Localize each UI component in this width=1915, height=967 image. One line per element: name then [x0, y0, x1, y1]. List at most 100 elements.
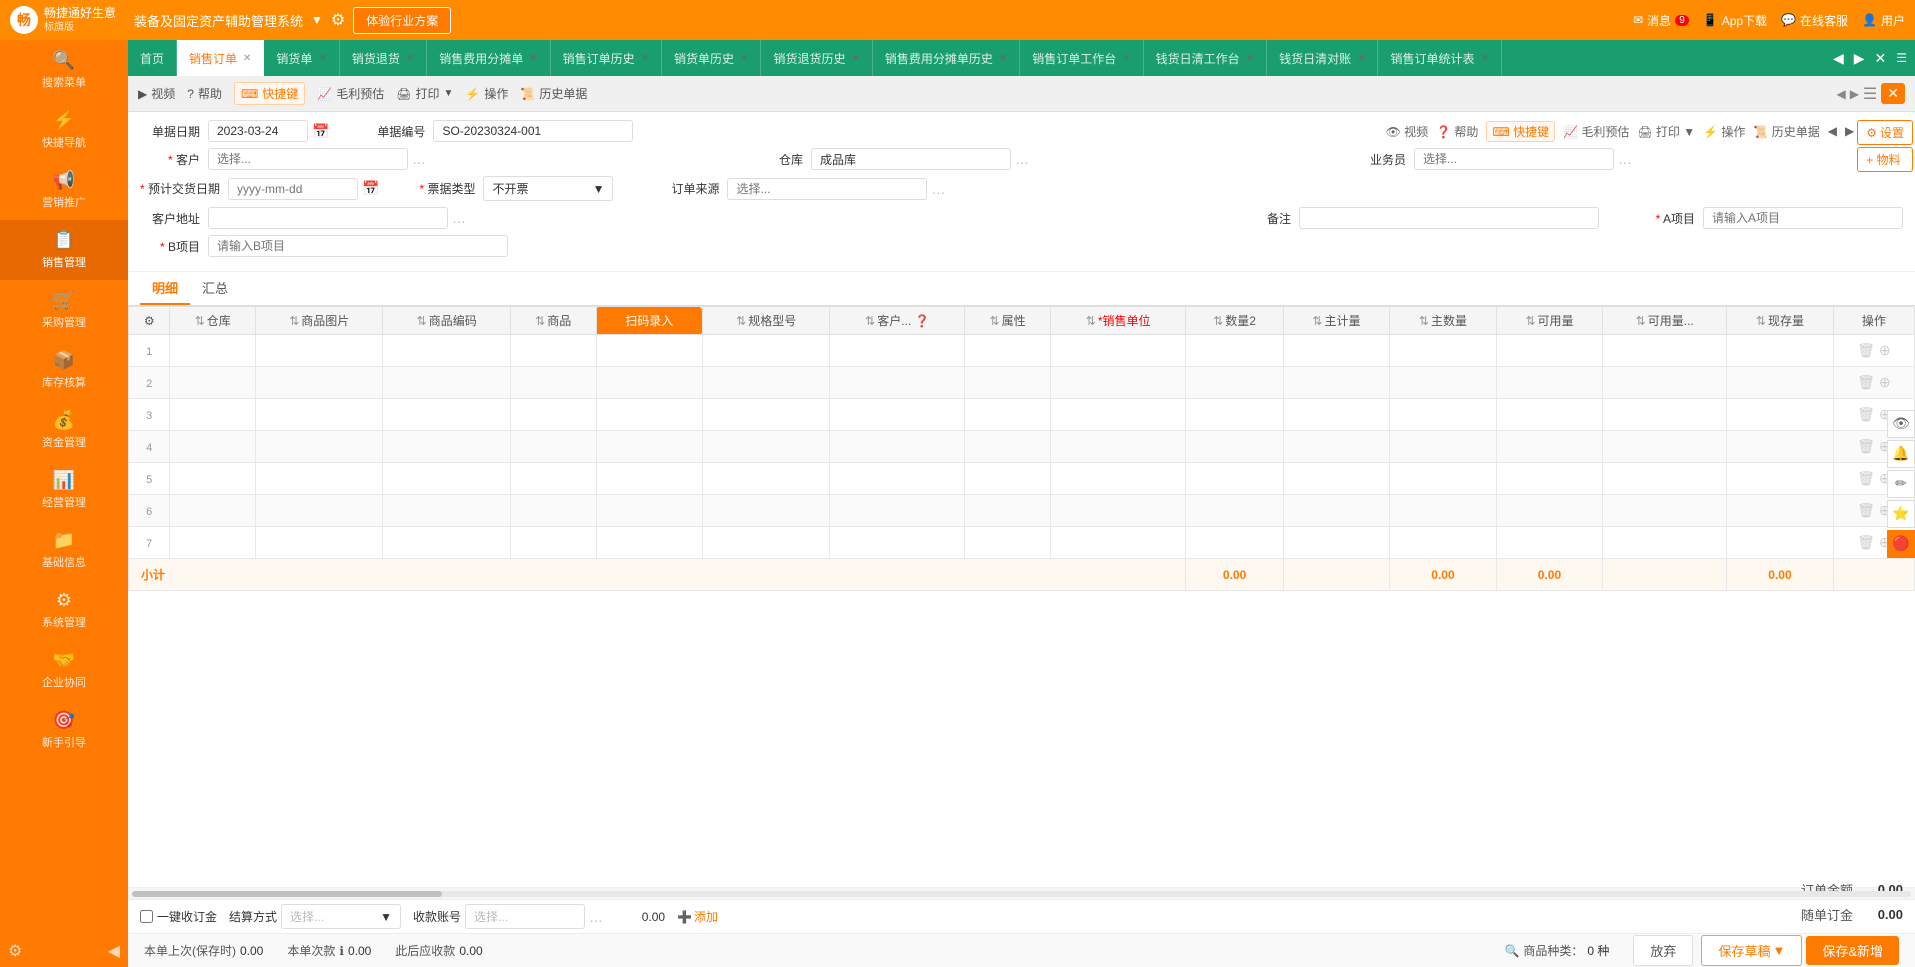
settings-btn[interactable]: ⚙ 设置 — [1857, 120, 1913, 145]
tab-close-sales-stats[interactable]: ✕ — [1481, 53, 1489, 64]
toolbar-close-btn[interactable]: ✕ — [1881, 83, 1905, 104]
toolbar-print[interactable]: 🖨 打印 ▼ — [396, 85, 453, 102]
industry-btn[interactable]: 体验行业方案 — [353, 7, 451, 34]
copy-row-icon[interactable]: ⊕ — [1879, 374, 1891, 391]
sidebar-item-finance[interactable]: 💰 资金管理 — [0, 400, 128, 460]
messages-btn[interactable]: ✉ 消息 9 — [1633, 12, 1689, 29]
warehouse-input[interactable] — [811, 148, 1011, 170]
detail-tab-details[interactable]: 明细 — [140, 272, 190, 305]
right-float-view-btn[interactable]: 👁 — [1887, 410, 1915, 438]
search-product-icon[interactable]: 🔍 — [1504, 944, 1519, 958]
sidebar-item-marketing[interactable]: 📢 营销推广 — [0, 160, 128, 220]
col-warehouse[interactable]: ⇅仓库 — [170, 307, 256, 335]
a-project-input[interactable] — [1703, 207, 1903, 229]
right-float-star-btn[interactable]: ⭐ — [1887, 500, 1915, 528]
account-dots-icon[interactable]: … — [589, 909, 603, 925]
tab-close-daily-reconcile[interactable]: ✕ — [1357, 53, 1365, 64]
remarks-input[interactable] — [1299, 207, 1599, 229]
save-draft-btn[interactable]: 保存草稿 ▼ — [1701, 935, 1802, 966]
col-customer-spec[interactable]: ⇅客户... ❓ — [830, 307, 965, 335]
col-qty2[interactable]: ⇅数量2 — [1186, 307, 1283, 335]
tab-sales-goods[interactable]: 销货单 ✕ — [264, 40, 339, 76]
col-settings[interactable]: ⚙ — [129, 307, 170, 335]
col-main-qty[interactable]: ⇅主数量 — [1390, 307, 1497, 335]
tab-close-daily-workbench[interactable]: ✕ — [1246, 53, 1254, 64]
calendar-icon[interactable]: 📅 — [312, 123, 329, 140]
settlement-select[interactable]: 选择... ▼ — [281, 904, 401, 929]
tab-sales-order[interactable]: 销售订单 ✕ — [177, 40, 264, 76]
gear-icon[interactable]: ⚙ — [331, 10, 345, 30]
tab-sales-workbench[interactable]: 销售订单工作台 ✕ — [1020, 40, 1143, 76]
delivery-date-input[interactable] — [228, 178, 358, 200]
discard-btn[interactable]: 放弃 — [1633, 935, 1693, 966]
sidebar-collapse-icon[interactable]: ◀ — [108, 941, 120, 961]
sidebar-item-search[interactable]: 🔍 搜索菜单 — [0, 40, 128, 100]
print-dropdown-icon[interactable]: ▼ — [444, 88, 454, 99]
sidebar-item-quick-nav[interactable]: ⚡ 快捷导航 — [0, 100, 128, 160]
address-input[interactable] — [208, 207, 448, 229]
date-input[interactable] — [208, 120, 308, 142]
dropdown-arrow-icon[interactable]: ▼ — [311, 13, 323, 27]
toolbar-operation[interactable]: ⚡ 操作 — [465, 85, 508, 102]
tab-sales-order-history[interactable]: 销售订单历史 ✕ — [551, 40, 662, 76]
toolbar-grid-icon[interactable]: ☰ — [1863, 84, 1877, 104]
tab-close-sales-return[interactable]: ✕ — [406, 53, 414, 64]
col-attr[interactable]: ⇅属性 — [965, 307, 1051, 335]
col-main-unit[interactable]: ⇅主计量 — [1283, 307, 1390, 335]
calendar-icon-2[interactable]: 📅 — [362, 180, 379, 197]
col-scan[interactable]: 扫码录入 — [596, 307, 702, 335]
tab-sales-expense[interactable]: 销售费用分摊单 ✕ — [427, 40, 550, 76]
app-download-btn[interactable]: 📱 App下载 — [1703, 12, 1767, 29]
order-source-input[interactable] — [727, 178, 927, 200]
detail-tab-summary[interactable]: 汇总 — [190, 272, 240, 305]
col-product-img[interactable]: ⇅商品图片 — [256, 307, 383, 335]
delete-row-icon[interactable]: 🗑 — [1857, 470, 1875, 487]
ticket-type-select[interactable]: 不开票 ▼ — [483, 176, 613, 201]
tab-close-sales-expense[interactable]: ✕ — [529, 53, 537, 64]
help-icon-2[interactable]: ❓ 帮助 — [1436, 123, 1478, 140]
salesperson-dots-icon[interactable]: … — [1618, 151, 1632, 167]
tab-daily-reconcile[interactable]: 钱货日清对账 ✕ — [1267, 40, 1378, 76]
toolbar-help[interactable]: ? 帮助 — [187, 85, 222, 102]
print-btn-2[interactable]: 🖨 打印 ▼ — [1637, 123, 1695, 140]
address-dots-icon[interactable]: … — [452, 210, 466, 226]
warehouse-dots-icon[interactable]: … — [1015, 151, 1029, 167]
tabs-menu-icon[interactable]: ☰ — [1892, 51, 1911, 65]
delete-row-icon[interactable]: 🗑 — [1857, 374, 1875, 391]
tabs-close-icon[interactable]: ✕ — [1871, 50, 1891, 67]
delete-row-icon[interactable]: 🗑 — [1857, 438, 1875, 455]
nav-next[interactable]: ▶ — [1845, 124, 1854, 138]
sidebar-item-operation[interactable]: 📊 经营管理 — [0, 460, 128, 520]
tab-sales-goods-history[interactable]: 销货单历史 ✕ — [662, 40, 761, 76]
order-source-dots-icon[interactable]: … — [931, 181, 945, 197]
sidebar-item-purchase[interactable]: 🛒 采购管理 — [0, 280, 128, 340]
tab-close-sales-order[interactable]: ✕ — [243, 53, 251, 64]
tab-daily-workbench[interactable]: 钱货日清工作台 ✕ — [1144, 40, 1267, 76]
scrollbar-thumb[interactable] — [132, 891, 442, 897]
toolbar-profit[interactable]: 📈 毛利预估 — [317, 85, 384, 102]
toolbar-prev-record[interactable]: ◀ — [1836, 87, 1845, 101]
col-product[interactable]: ⇅商品 — [510, 307, 596, 335]
table-scrollbar[interactable] — [128, 887, 1915, 899]
operation-btn-2[interactable]: ⚡ 操作 — [1703, 123, 1745, 140]
customer-input[interactable] — [208, 148, 408, 170]
col-current[interactable]: ⇅现存量 — [1727, 307, 1834, 335]
customer-dots-icon[interactable]: … — [412, 151, 426, 167]
tab-close-sales-workbench[interactable]: ✕ — [1122, 53, 1130, 64]
history-btn-2[interactable]: 📜 历史单据 — [1753, 123, 1819, 140]
right-float-action-btn[interactable]: 🔴 — [1887, 530, 1915, 558]
col-avail[interactable]: ⇅可用量 — [1496, 307, 1603, 335]
toolbar-next-record[interactable]: ▶ — [1850, 87, 1859, 101]
profit-btn-2[interactable]: 📈 毛利预估 — [1563, 123, 1629, 140]
tab-close-sales-expense-history[interactable]: ✕ — [999, 53, 1007, 64]
account-select[interactable]: 选择... — [465, 904, 585, 929]
tab-home[interactable]: 首页 — [128, 40, 177, 76]
tab-sales-stats[interactable]: 销售订单统计表 ✕ — [1378, 40, 1501, 76]
toolbar-view[interactable]: ▶ 视频 — [138, 85, 175, 102]
sidebar-item-guide[interactable]: 🎯 新手引导 — [0, 700, 128, 760]
col-spec[interactable]: ⇅规格型号 — [702, 307, 829, 335]
save-new-btn[interactable]: 保存&新增 — [1806, 936, 1899, 965]
tab-sales-expense-history[interactable]: 销售费用分摊单历史 ✕ — [873, 40, 1020, 76]
tab-close-sales-return-history[interactable]: ✕ — [851, 53, 859, 64]
delete-row-icon[interactable]: 🗑 — [1857, 502, 1875, 519]
